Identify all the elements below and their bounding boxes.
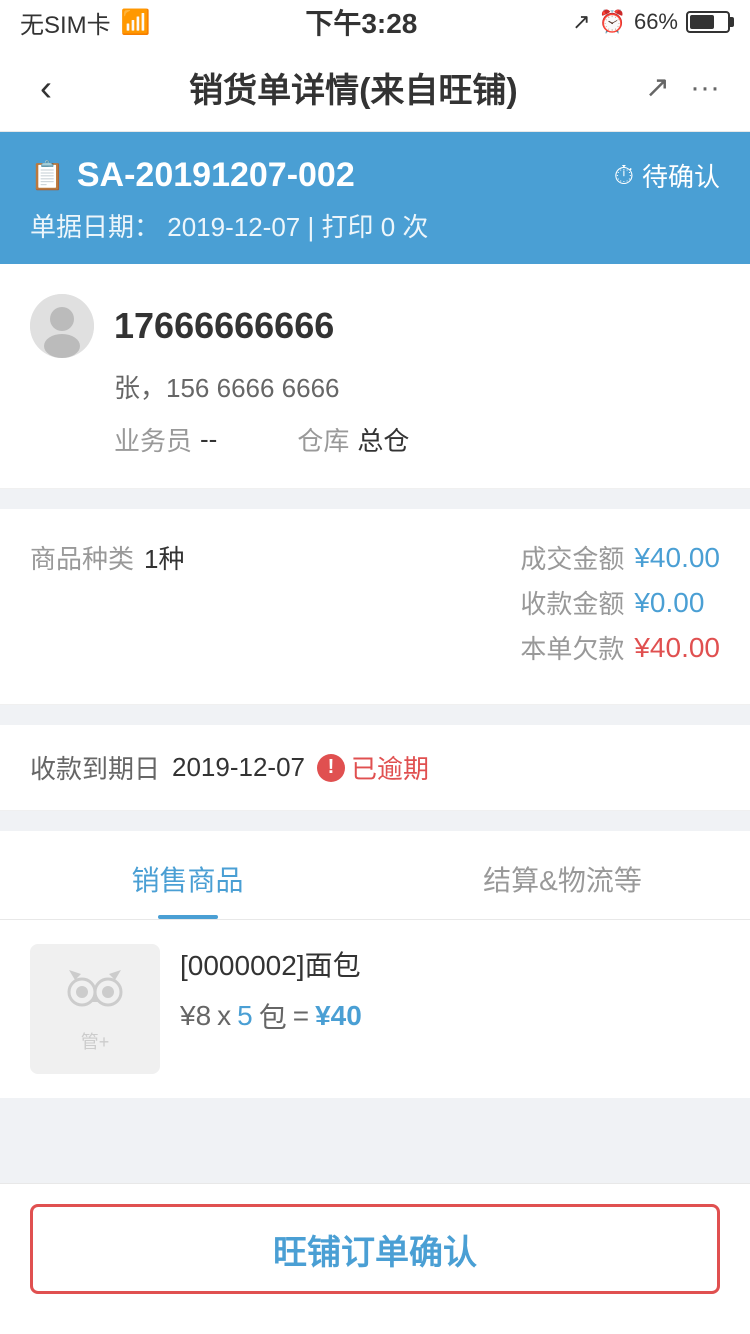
brand-watermark: 管+ bbox=[81, 1028, 110, 1054]
avatar bbox=[30, 294, 94, 358]
battery-icon bbox=[686, 11, 730, 33]
info-left: 商品种类 1种 bbox=[30, 539, 184, 586]
nav-bar: ‹ 销货单详情(来自旺铺) ↗ ··· bbox=[0, 44, 750, 132]
carrier-label: 无SIM卡 bbox=[20, 5, 111, 40]
battery-percent: 66% bbox=[634, 9, 678, 35]
product-name: [0000002]面包 bbox=[180, 944, 720, 984]
multiply-sign: x bbox=[217, 1000, 231, 1032]
sales-value: -- bbox=[200, 424, 217, 455]
owed-amount-label: 本单欠款 bbox=[520, 629, 624, 666]
tabs-section: 销售商品 结算&物流等 bbox=[0, 831, 750, 1098]
customer-phone: 17666666666 bbox=[114, 305, 334, 347]
back-button[interactable]: ‹ bbox=[30, 57, 62, 119]
page-title: 销货单详情(来自旺铺) bbox=[189, 63, 518, 112]
product-info: [0000002]面包 ¥8 x 5 包 = ¥40 bbox=[180, 944, 720, 1036]
received-amount-label: 收款金额 bbox=[520, 584, 624, 621]
transaction-amount-label: 成交金额 bbox=[520, 539, 624, 576]
share-icon[interactable]: ↗ bbox=[645, 70, 670, 105]
product-type-value: 1种 bbox=[144, 539, 184, 576]
tab-settlement[interactable]: 结算&物流等 bbox=[375, 831, 750, 919]
warehouse-value: 总仓 bbox=[357, 421, 409, 458]
unit-price: ¥8 bbox=[180, 1000, 211, 1032]
product-list: 管+ [0000002]面包 ¥8 x 5 包 = ¥40 bbox=[0, 920, 750, 1098]
more-icon[interactable]: ··· bbox=[690, 71, 720, 105]
product-thumbnail: 管+ bbox=[30, 944, 160, 1074]
alarm-icon: ⏰ bbox=[599, 9, 626, 35]
sales-label: 业务员 bbox=[114, 421, 192, 458]
location-icon: ↗ bbox=[572, 9, 590, 35]
order-number: 📋 SA-20191207-002 bbox=[30, 156, 355, 195]
status-left: 无SIM卡 📶 bbox=[20, 5, 151, 40]
time-label: 下午3:28 bbox=[305, 2, 417, 42]
order-icon: 📋 bbox=[30, 159, 65, 192]
product-type-label: 商品种类 bbox=[30, 539, 134, 576]
customer-section: 17666666666 张，156 6666 6666 业务员 -- 仓库 总仓 bbox=[0, 264, 750, 489]
due-date-section: 收款到期日 2019-12-07 ! 已逾期 bbox=[0, 725, 750, 811]
due-date-value: 2019-12-07 bbox=[172, 752, 305, 783]
product-price: ¥8 x 5 包 = ¥40 bbox=[180, 996, 720, 1036]
total-price: ¥40 bbox=[315, 1000, 362, 1032]
info-right: 成交金额 ¥40.00 收款金额 ¥0.00 本单欠款 ¥40.00 bbox=[520, 539, 720, 674]
order-info-section: 商品种类 1种 成交金额 ¥40.00 收款金额 ¥0.00 本单欠款 ¥40.… bbox=[0, 509, 750, 705]
received-amount: ¥0.00 bbox=[634, 587, 704, 619]
owed-amount: ¥40.00 bbox=[634, 632, 720, 664]
status-bar: 无SIM卡 📶 下午3:28 ↗ ⏰ 66% bbox=[0, 0, 750, 44]
overdue-badge: ! 已逾期 bbox=[317, 749, 429, 786]
customer-name: 张，156 6666 6666 bbox=[114, 368, 720, 405]
clock-icon: ⏱ bbox=[614, 160, 634, 192]
due-date-label: 收款到期日 bbox=[30, 749, 160, 786]
order-date: 单据日期： 2019-12-07 | 打印 0 次 bbox=[30, 207, 720, 244]
status-right: ↗ ⏰ 66% bbox=[572, 9, 730, 35]
tab-products[interactable]: 销售商品 bbox=[0, 831, 375, 919]
wifi-icon: 📶 bbox=[121, 8, 151, 37]
confirm-order-button[interactable]: 旺铺订单确认 bbox=[30, 1204, 720, 1294]
transaction-amount: ¥40.00 bbox=[634, 542, 720, 574]
customer-meta: 业务员 -- 仓库 总仓 bbox=[114, 421, 720, 458]
order-status: ⏱ 待确认 bbox=[614, 157, 720, 194]
overdue-text: 已逾期 bbox=[351, 749, 429, 786]
tabs-header: 销售商品 结算&物流等 bbox=[0, 831, 750, 920]
warehouse-label: 仓库 bbox=[297, 421, 349, 458]
order-banner: 📋 SA-20191207-002 ⏱ 待确认 单据日期： 2019-12-07… bbox=[0, 132, 750, 264]
product-item: 管+ [0000002]面包 ¥8 x 5 包 = ¥40 bbox=[30, 944, 720, 1074]
equals-sign: = bbox=[293, 1000, 309, 1032]
quantity: 5 bbox=[237, 1000, 253, 1032]
nav-actions: ↗ ··· bbox=[645, 70, 720, 105]
bottom-bar: 旺铺订单确认 bbox=[0, 1183, 750, 1334]
overdue-icon: ! bbox=[317, 754, 345, 782]
